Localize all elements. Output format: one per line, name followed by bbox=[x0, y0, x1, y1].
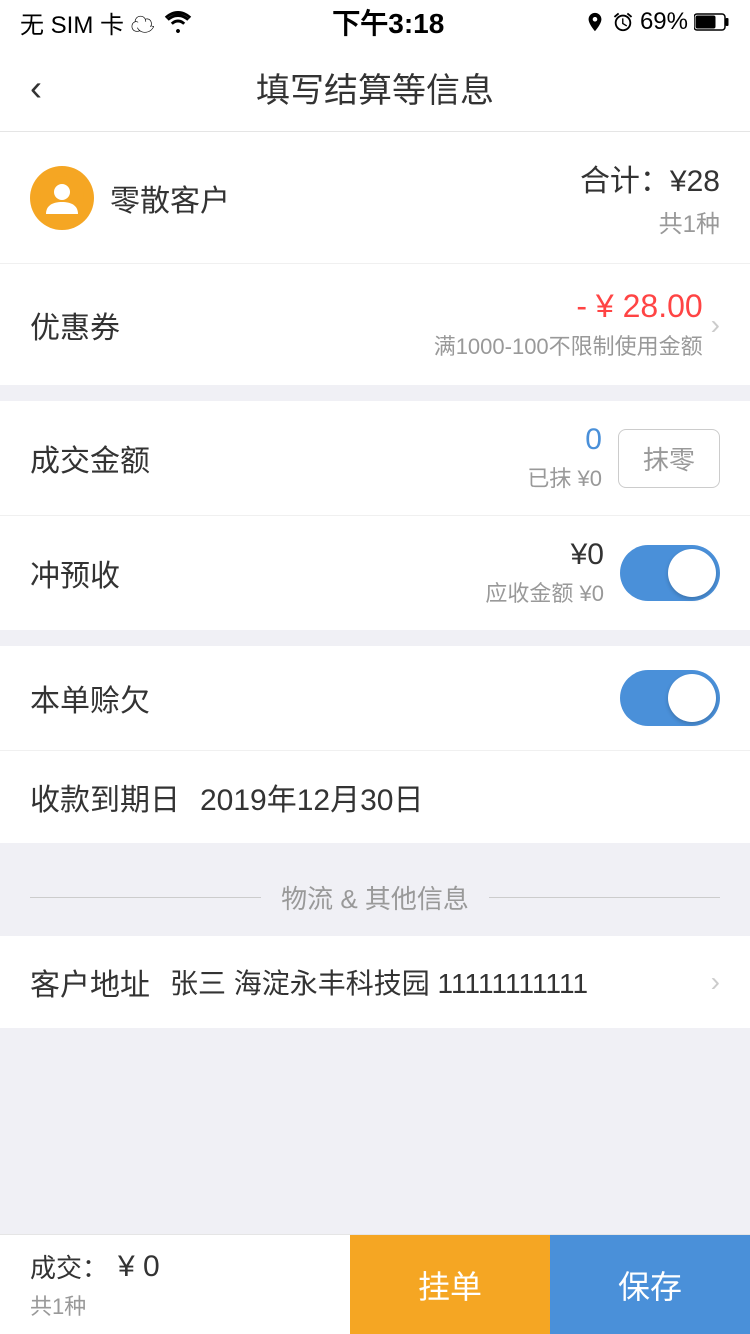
due-date-row: 收款到期日 2019年12月30日 bbox=[0, 750, 750, 843]
prepayment-amount: ¥0 bbox=[485, 538, 604, 572]
deal-amount-right: 0 已抹 ¥0 抹零 bbox=[527, 423, 720, 493]
address-label: 客户地址 bbox=[30, 960, 150, 1004]
status-left: 无 SIM 卡 ☁ bbox=[20, 5, 193, 40]
status-bar: 无 SIM 卡 ☁ 下午3:18 69% bbox=[0, 0, 750, 44]
toggle-knob bbox=[668, 549, 716, 597]
deal-amount-row: 成交金额 0 已抹 ¥0 抹零 bbox=[0, 401, 750, 516]
prepayment-right: ¥0 应收金额 ¥0 bbox=[485, 538, 720, 608]
back-button[interactable]: ‹ bbox=[30, 67, 42, 109]
coupon-label: 优惠券 bbox=[30, 303, 120, 347]
battery-icon bbox=[694, 12, 730, 32]
debit-row: 本单赊欠 bbox=[0, 646, 750, 750]
total-amount: 合计：¥28 bbox=[580, 156, 720, 200]
status-time: 下午3:18 bbox=[332, 2, 444, 42]
person-icon bbox=[40, 176, 84, 220]
due-date-value: 2019年12月30日 bbox=[200, 775, 423, 819]
prepayment-toggle[interactable] bbox=[620, 545, 720, 601]
address-chevron-icon: › bbox=[711, 966, 720, 998]
debit-toggle-knob bbox=[668, 674, 716, 722]
address-value: 张三 海淀永丰科技园 11111111111 bbox=[170, 962, 703, 1002]
prepayment-label: 冲预收 bbox=[30, 551, 120, 595]
logistics-line-left bbox=[30, 897, 261, 898]
save-button[interactable]: 保存 bbox=[550, 1235, 750, 1334]
wifi-icon bbox=[163, 11, 193, 33]
prepayment-row: 冲预收 ¥0 应收金额 ¥0 bbox=[0, 516, 750, 630]
hold-button[interactable]: 挂单 bbox=[350, 1235, 550, 1334]
coupon-right: - ¥ 28.00 满1000-100不限制使用金额 › bbox=[434, 288, 720, 361]
bottom-deal-amount: ¥ 0 bbox=[118, 1250, 160, 1284]
chevron-right-icon: › bbox=[711, 309, 720, 341]
empty-space bbox=[0, 1028, 750, 1228]
deal-amount-value[interactable]: 0 bbox=[527, 423, 602, 457]
prepayment-sub: 应收金额 ¥0 bbox=[485, 576, 604, 608]
coupon-amount: - ¥ 28.00 bbox=[434, 288, 703, 325]
coupon-info: - ¥ 28.00 满1000-100不限制使用金额 bbox=[434, 288, 703, 361]
logistics-text: 物流 & 其他信息 bbox=[281, 879, 469, 916]
logistics-header: 物流 & 其他信息 bbox=[0, 859, 750, 936]
customer-left: 零散客户 bbox=[30, 166, 230, 230]
bottom-summary: 成交： ¥ 0 共1种 bbox=[0, 1235, 350, 1334]
nav-bar: ‹ 填写结算等信息 bbox=[0, 44, 750, 132]
page-title: 填写结算等信息 bbox=[256, 63, 494, 112]
battery-pct: 69% bbox=[640, 8, 688, 36]
customer-row: 零散客户 合计：¥28 共1种 bbox=[0, 132, 750, 263]
debit-label: 本单赊欠 bbox=[30, 676, 150, 720]
bottom-bar: 成交： ¥ 0 共1种 挂单 保存 bbox=[0, 1234, 750, 1334]
logistics-line-right bbox=[489, 897, 720, 898]
due-date-label: 收款到期日 bbox=[30, 775, 180, 819]
alarm-icon bbox=[612, 11, 634, 33]
deal-amount-label: 成交金额 bbox=[30, 436, 150, 480]
coupon-row[interactable]: 优惠券 - ¥ 28.00 满1000-100不限制使用金额 › bbox=[0, 263, 750, 385]
customer-right: 合计：¥28 共1种 bbox=[580, 156, 720, 239]
sim-label: 无 SIM 卡 ☁ bbox=[20, 5, 155, 40]
customer-name: 零散客户 bbox=[110, 176, 230, 220]
location-icon bbox=[584, 11, 606, 33]
deal-amount-sub: 已抹 ¥0 bbox=[527, 461, 602, 493]
round-zero-button[interactable]: 抹零 bbox=[618, 429, 720, 488]
deal-amount-card: 成交金额 0 已抹 ¥0 抹零 冲预收 ¥0 应收金额 ¥0 bbox=[0, 401, 750, 630]
customer-card: 零散客户 合计：¥28 共1种 优惠券 - ¥ 28.00 满1000-100不… bbox=[0, 132, 750, 385]
bottom-deal-label: 成交： bbox=[30, 1248, 108, 1285]
coupon-desc: 满1000-100不限制使用金额 bbox=[434, 329, 703, 361]
bottom-count-label: 共1种 bbox=[30, 1289, 320, 1321]
address-row[interactable]: 客户地址 张三 海淀永丰科技园 11111111111 › bbox=[0, 936, 750, 1028]
bottom-summary-row1: 成交： ¥ 0 bbox=[30, 1248, 320, 1285]
status-right: 69% bbox=[584, 8, 730, 36]
avatar bbox=[30, 166, 94, 230]
total-count: 共1种 bbox=[580, 204, 720, 239]
debit-card: 本单赊欠 收款到期日 2019年12月30日 bbox=[0, 646, 750, 843]
debit-toggle[interactable] bbox=[620, 670, 720, 726]
